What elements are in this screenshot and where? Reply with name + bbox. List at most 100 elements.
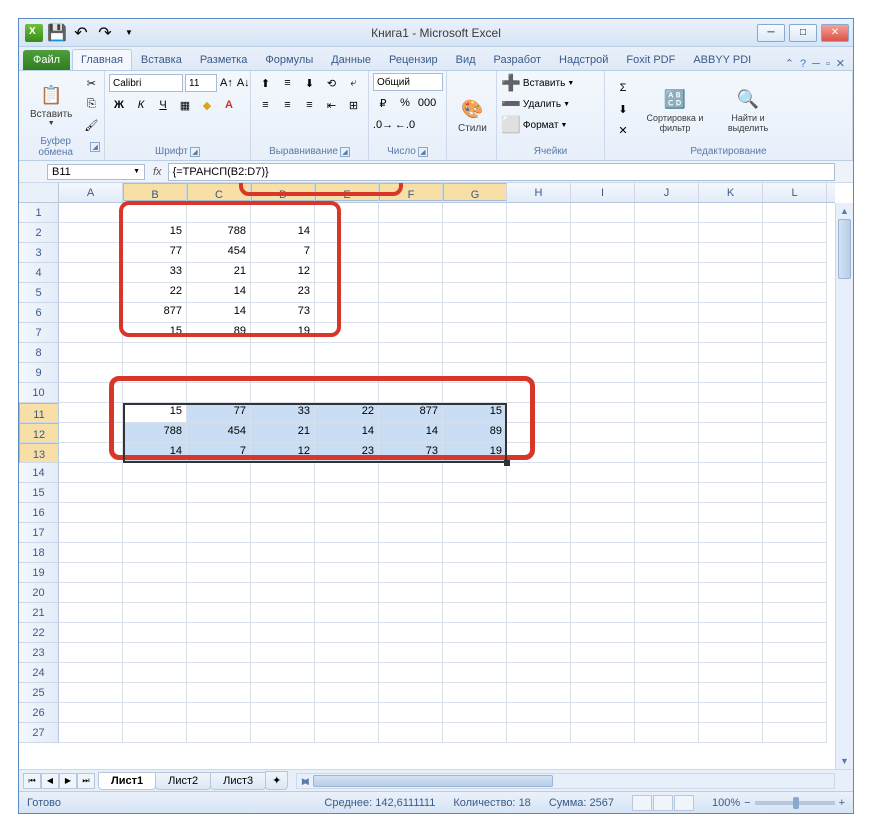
cell[interactable]	[59, 723, 123, 743]
cell[interactable]: 15	[123, 403, 187, 423]
cell[interactable]	[379, 583, 443, 603]
cell[interactable]	[635, 683, 699, 703]
cell[interactable]	[59, 583, 123, 603]
cell[interactable]	[315, 703, 379, 723]
cell[interactable]: 14	[379, 423, 443, 443]
cell[interactable]: 12	[251, 443, 315, 463]
cell[interactable]	[763, 223, 827, 243]
cell[interactable]	[443, 543, 507, 563]
cell[interactable]	[251, 643, 315, 663]
cell[interactable]	[123, 363, 187, 383]
cell[interactable]	[699, 363, 763, 383]
cell[interactable]	[699, 283, 763, 303]
cell[interactable]	[571, 483, 635, 503]
cell[interactable]	[379, 503, 443, 523]
decrease-indent-button[interactable]: ⇤	[322, 95, 342, 115]
cells-delete-button[interactable]: ➖Удалить▼	[501, 94, 600, 114]
cell[interactable]	[59, 243, 123, 263]
tab-developer[interactable]: Разработ	[485, 49, 550, 70]
cell[interactable]	[507, 603, 571, 623]
workbook-close-icon[interactable]: ✕	[836, 57, 845, 70]
cell[interactable]	[379, 563, 443, 583]
cell[interactable]	[571, 463, 635, 483]
cut-button[interactable]: ✂	[81, 73, 101, 93]
cell[interactable]	[187, 383, 251, 403]
cell[interactable]	[763, 343, 827, 363]
cell[interactable]: 14	[187, 283, 251, 303]
cell[interactable]: 788	[187, 223, 251, 243]
cell[interactable]	[635, 463, 699, 483]
cell[interactable]	[571, 683, 635, 703]
cell[interactable]	[763, 623, 827, 643]
cell[interactable]	[59, 283, 123, 303]
name-box[interactable]: B11 ▼	[47, 164, 145, 180]
maximize-button[interactable]: □	[789, 24, 817, 42]
cell[interactable]	[763, 583, 827, 603]
cell[interactable]	[763, 263, 827, 283]
cell[interactable]	[123, 503, 187, 523]
cell[interactable]	[635, 363, 699, 383]
clear-button[interactable]: ✕	[613, 120, 633, 140]
cell[interactable]	[59, 263, 123, 283]
cell[interactable]	[123, 583, 187, 603]
tab-file[interactable]: Файл	[23, 50, 70, 70]
cell[interactable]	[379, 723, 443, 743]
cells-format-button[interactable]: ⬜Формат▼	[501, 115, 600, 135]
scroll-down-icon[interactable]: ▼	[836, 753, 853, 769]
cell[interactable]	[379, 243, 443, 263]
cell[interactable]	[699, 523, 763, 543]
cell[interactable]	[187, 643, 251, 663]
cell[interactable]	[635, 303, 699, 323]
cell[interactable]: 23	[315, 443, 379, 463]
cell[interactable]	[699, 623, 763, 643]
cell[interactable]	[251, 663, 315, 683]
cell[interactable]: 21	[251, 423, 315, 443]
row-header[interactable]: 16	[19, 503, 59, 523]
tab-foxit[interactable]: Foxit PDF	[617, 49, 684, 70]
cell[interactable]	[59, 543, 123, 563]
cell[interactable]	[315, 523, 379, 543]
tab-next-button[interactable]: ▶	[59, 773, 77, 789]
fill-color-button[interactable]: ◆	[197, 95, 217, 115]
fill-handle[interactable]	[504, 460, 510, 466]
cell[interactable]	[763, 403, 827, 423]
cell[interactable]	[699, 403, 763, 423]
cell[interactable]	[315, 683, 379, 703]
column-header[interactable]: I	[571, 183, 635, 202]
cell[interactable]	[507, 303, 571, 323]
cell[interactable]	[251, 543, 315, 563]
cell[interactable]	[187, 583, 251, 603]
tab-view[interactable]: Вид	[447, 49, 485, 70]
cell[interactable]	[507, 423, 571, 443]
align-top-button[interactable]: ⬆	[256, 73, 276, 93]
cell[interactable]: 73	[379, 443, 443, 463]
sheet-tab-1[interactable]: Лист1	[98, 772, 156, 790]
cell[interactable]	[379, 203, 443, 223]
redo-button[interactable]: ↷	[95, 23, 115, 43]
cell[interactable]: 22	[123, 283, 187, 303]
cell[interactable]	[571, 343, 635, 363]
cell[interactable]	[379, 603, 443, 623]
cell[interactable]	[187, 663, 251, 683]
orientation-button[interactable]: ⟲	[322, 73, 342, 93]
cell[interactable]	[187, 523, 251, 543]
cell[interactable]: 788	[123, 423, 187, 443]
cell[interactable]	[59, 483, 123, 503]
cell[interactable]	[187, 503, 251, 523]
cell[interactable]	[571, 283, 635, 303]
cell[interactable]	[187, 723, 251, 743]
column-header[interactable]: B	[123, 183, 187, 201]
cell[interactable]	[123, 343, 187, 363]
cell[interactable]	[59, 323, 123, 343]
cell[interactable]	[699, 463, 763, 483]
cell[interactable]	[635, 443, 699, 463]
select-all-corner[interactable]	[19, 183, 59, 203]
cell[interactable]	[315, 203, 379, 223]
cell[interactable]	[443, 203, 507, 223]
cell[interactable]	[507, 263, 571, 283]
cell[interactable]	[251, 343, 315, 363]
horizontal-scrollbar[interactable]: ◀ ▶	[296, 773, 835, 789]
cell[interactable]: 14	[251, 223, 315, 243]
cell[interactable]	[123, 643, 187, 663]
cell[interactable]	[507, 703, 571, 723]
